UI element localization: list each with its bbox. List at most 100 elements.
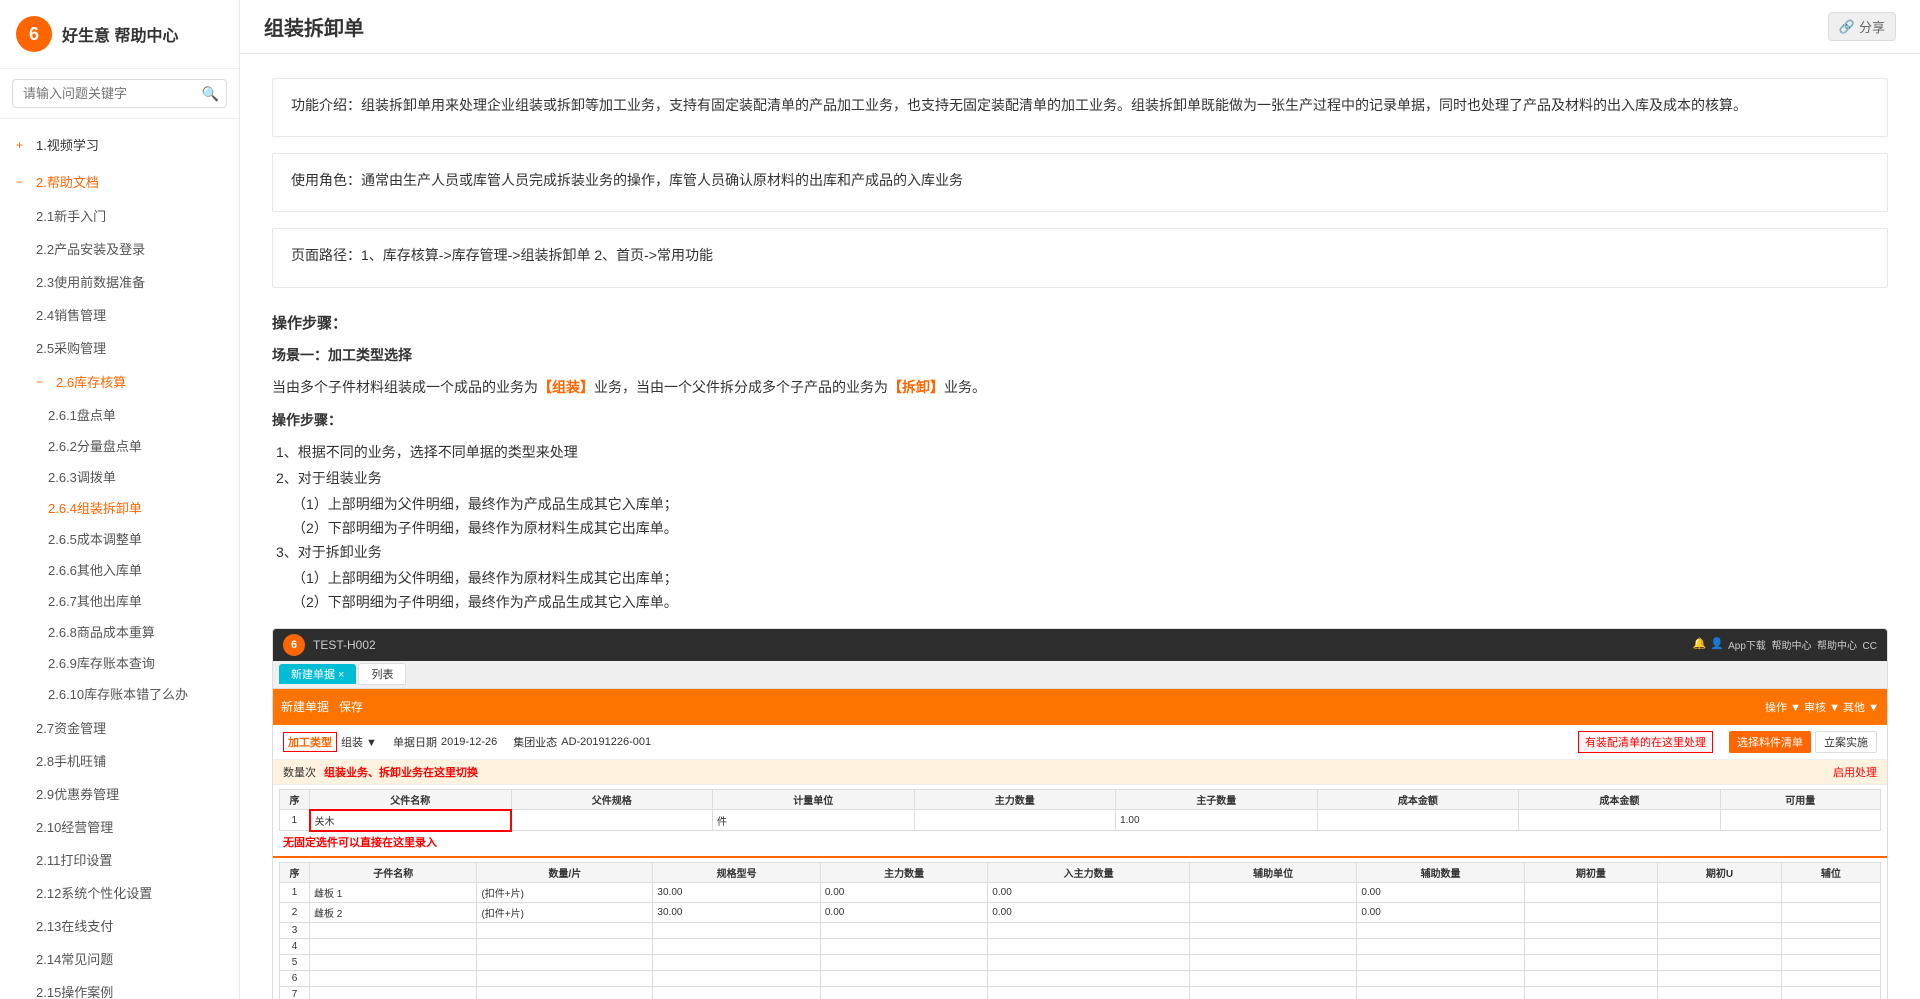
mock-top-bar: 6 TEST-H002 🔔 👤 App下载 帮助中心 帮助中心 CC (273, 629, 1887, 661)
nav-section-2-6: − 2.6库存核算 2.6.1盘点单 2.6.2分量盘点单 2.6.3调拨单 (0, 364, 239, 709)
nav-section-video: + 1.视频学习 (0, 127, 239, 162)
sidebar-item-2-6-1[interactable]: 2.6.1盘点单 (0, 399, 239, 430)
mock-field-date: 单据日期 2019-12-26 (393, 734, 497, 750)
mock-tab-active: 新建单据 × (279, 664, 356, 684)
screenshot-container: 6 TEST-H002 🔔 👤 App下载 帮助中心 帮助中心 CC 新建单据 … (272, 628, 1888, 999)
mock-table-lower: 序 子件名称 数量/片 规格型号 主力数量 入主力数量 辅助单位 辅助数量 期初… (279, 862, 1881, 999)
sidebar-item-2-6-4[interactable]: 2.6.4组装拆卸单 (0, 492, 239, 523)
mock-toolbar-extra: 操作 ▼ 审核 ▼ 其他 ▼ (1765, 699, 1879, 715)
expand-icon-docs: − (16, 175, 30, 189)
step-item-2: 2、对于组装业务 (272, 468, 1888, 488)
sidebar-item-2-7[interactable]: 2.7资金管理 (0, 711, 239, 744)
mock-annotation3-label: 启用处理 (1833, 764, 1877, 780)
sidebar-item-2-4-label: 2.4销售管理 (36, 305, 106, 324)
step-item-1: 1、根据不同的业务，选择不同单据的类型来处理 (272, 442, 1888, 462)
sidebar-item-2-2[interactable]: 2.2产品安装及登录 (0, 232, 239, 265)
mock-annotation1-label: 有装配清单的在这里处理 (1578, 731, 1713, 753)
mock-icon-bell: 🔔 (1693, 637, 1707, 652)
sidebar-item-2-4[interactable]: 2.4销售管理 (0, 298, 239, 331)
sidebar-item-docs[interactable]: − 2.帮助文档 (0, 164, 239, 199)
mock-table-lower-area: 序 子件名称 数量/片 规格型号 主力数量 入主力数量 辅助单位 辅助数量 期初… (273, 856, 1887, 999)
step-item-3-2: （2）下部明细为子件明细，最终作为产成品生成其它入库单。 (272, 592, 1888, 612)
sidebar-item-2-6-6[interactable]: 2.6.6其他入库单 (0, 554, 239, 585)
page-path-section: 页面路径：1、库存核算->库存管理->组装拆卸单 2、首页->常用功能 (272, 228, 1888, 287)
nav-section-docs: − 2.帮助文档 2.1新手入门 2.2产品安装及登录 2.3使用前数据准备 2… (0, 164, 239, 999)
user-role-text: 使用角色：通常由生产人员或库管人员完成拆装业务的操作，库管人员确认原材料的出库和… (291, 168, 1869, 193)
mock-table-lower-row3: 3 (280, 922, 1881, 938)
mock-field-type: 加工类型 组装 ▼ (283, 732, 377, 752)
step-item-2-2: （2）下部明细为子件明细，最终作为原材料生成其它出库单。 (272, 518, 1888, 538)
sidebar-item-2-9[interactable]: 2.9优惠券管理 (0, 777, 239, 810)
mock-table-upper-row1: 1 关木 件 1.00 (280, 810, 1881, 831)
search-input[interactable] (12, 79, 227, 108)
mock-field-order: 集团业态 AD-20191226-001 (513, 734, 651, 750)
mock-form-header: 加工类型 组装 ▼ 单据日期 2019-12-26 集团业态 AD-201912… (273, 725, 1887, 760)
sidebar-item-2-6-8[interactable]: 2.6.8商品成本重算 (0, 616, 239, 647)
operation-steps-title2: 操作步骤： (272, 410, 1888, 430)
mock-app-bar-icons: 🔔 👤 App下载 帮助中心 帮助中心 CC (1693, 637, 1877, 652)
sidebar-item-2-2-label: 2.2产品安装及登录 (36, 239, 145, 258)
app-logo-text: 好生意 帮助中心 (62, 22, 178, 46)
nav-sub-2-6-items: 2.6.1盘点单 2.6.2分量盘点单 2.6.3调拨单 2.6.4组装拆卸单 (0, 399, 239, 709)
main-header: 组装拆卸单 🔗 分享 (240, 0, 1920, 54)
operation-steps-area: 操作步骤： 场景一：加工类型选择 当由多个子件材料组装成一个成品的业务为【组装】… (272, 304, 1888, 999)
sidebar-item-2-13[interactable]: 2.13在线支付 (0, 909, 239, 942)
mock-tabs-bar: 新建单据 × 列表 (273, 661, 1887, 689)
page-title: 组装拆卸单 (264, 12, 364, 41)
sidebar-item-video-label: 1.视频学习 (36, 135, 99, 154)
mock-table-lower-header: 序 子件名称 数量/片 规格型号 主力数量 入主力数量 辅助单位 辅助数量 期初… (280, 862, 1881, 882)
sidebar-item-2-1-label: 2.1新手入门 (36, 206, 106, 225)
sidebar-item-2-5-label: 2.5采购管理 (36, 338, 106, 357)
sidebar-item-2-1[interactable]: 2.1新手入门 (0, 199, 239, 232)
expand-icon-video: + (16, 138, 30, 152)
sidebar-item-2-6-5[interactable]: 2.6.5成本调整单 (0, 523, 239, 554)
sidebar-item-2-8[interactable]: 2.8手机旺铺 (0, 744, 239, 777)
step-list: 1、根据不同的业务，选择不同单据的类型来处理 2、对于组装业务 （1）上部明细为… (272, 442, 1888, 612)
step-item-3: 3、对于拆卸业务 (272, 542, 1888, 562)
sidebar-item-2-10[interactable]: 2.10经营管理 (0, 810, 239, 843)
mock-table-lower-row2: 2 雌板 2 (扣件+片) 30.00 0.00 0.00 0.00 (280, 902, 1881, 922)
mock-btn-select-bom[interactable]: 选择料件清单 (1729, 731, 1811, 753)
mock-table-upper-area: 序 父件名称 父件规格 计量单位 主力数量 主子数量 成本金额 成本金额 可用量 (273, 785, 1887, 856)
app-logo-icon: 6 (16, 16, 52, 52)
operation-steps-title: 操作步骤： (272, 312, 1888, 333)
search-icon[interactable]: 🔍 (202, 85, 219, 102)
sidebar-item-2-6-2[interactable]: 2.6.2分量盘点单 (0, 430, 239, 461)
mock-table-lower-row6: 6 (280, 970, 1881, 986)
sidebar-item-2-6-3[interactable]: 2.6.3调拨单 (0, 461, 239, 492)
sidebar-item-2-6[interactable]: − 2.6库存核算 (0, 364, 239, 399)
mock-table-lower-row1: 1 雌板 1 (扣件+片) 30.00 0.00 0.00 0.00 (280, 882, 1881, 902)
mock-annotation2-label: 组装业务、拆卸业务在这里切换 (324, 764, 478, 780)
sidebar-item-2-12[interactable]: 2.12系统个性化设置 (0, 876, 239, 909)
docs-sub-items: 2.1新手入门 2.2产品安装及登录 2.3使用前数据准备 2.4销售管理 2.… (0, 199, 239, 999)
mock-btn-apply[interactable]: 立案实施 (1815, 731, 1877, 753)
mock-toolbar-btn-save: 保存 (339, 698, 363, 715)
mock-table-lower-row5: 5 (280, 954, 1881, 970)
sidebar-item-2-15[interactable]: 2.15操作案例 (0, 975, 239, 999)
sidebar-item-2-14[interactable]: 2.14常见问题 (0, 942, 239, 975)
mock-app-bar-title: TEST-H002 (313, 638, 376, 652)
mock-annotation1-area: 有装配清单的在这里处理 (1578, 731, 1713, 753)
share-icon: 🔗 (1839, 19, 1855, 35)
sidebar-item-2-6-7[interactable]: 2.6.7其他出库单 (0, 585, 239, 616)
mock-toolbar-btn-new: 新建单据 (281, 698, 329, 715)
mock-app-extra: App下载 帮助中心 帮助中心 CC (1728, 637, 1877, 652)
feature-intro-text: 功能介绍：组装拆卸单用来处理企业组装或拆卸等加工业务，支持有固定装配清单的产品加… (291, 93, 1869, 118)
sidebar-item-2-6-10[interactable]: 2.6.10库存账本错了么办 (0, 678, 239, 709)
scene1-desc: 当由多个子件材料组装成一个成品的业务为【组装】业务，当由一个父件拆分成多个子产品… (272, 375, 1888, 400)
step-item-2-1: （1）上部明细为父件明细，最终作为产成品生成其它入库单； (272, 494, 1888, 514)
sidebar: 6 好生意 帮助中心 🔍 + 1.视频学习 − 2.帮助文档 2.1新手入门 (0, 0, 240, 999)
expand-icon-2-6: − (36, 375, 50, 389)
mock-table-lower-row4: 4 (280, 938, 1881, 954)
sidebar-item-video[interactable]: + 1.视频学习 (0, 127, 239, 162)
share-button[interactable]: 🔗 分享 (1828, 12, 1896, 41)
mock-annotation4-label: 无固定选件可以直接在这里录入 (279, 832, 1881, 852)
sidebar-search-area: 🔍 (0, 69, 239, 119)
mock-table-upper: 序 父件名称 父件规格 计量单位 主力数量 主子数量 成本金额 成本金额 可用量 (279, 789, 1881, 832)
sidebar-item-2-3[interactable]: 2.3使用前数据准备 (0, 265, 239, 298)
sidebar-item-2-11[interactable]: 2.11打印设置 (0, 843, 239, 876)
mock-logo: 6 (283, 634, 305, 656)
sidebar-item-2-5[interactable]: 2.5采购管理 (0, 331, 239, 364)
mock-table-upper-header: 序 父件名称 父件规格 计量单位 主力数量 主子数量 成本金额 成本金额 可用量 (280, 789, 1881, 810)
sidebar-item-2-6-9[interactable]: 2.6.9库存账本查询 (0, 647, 239, 678)
